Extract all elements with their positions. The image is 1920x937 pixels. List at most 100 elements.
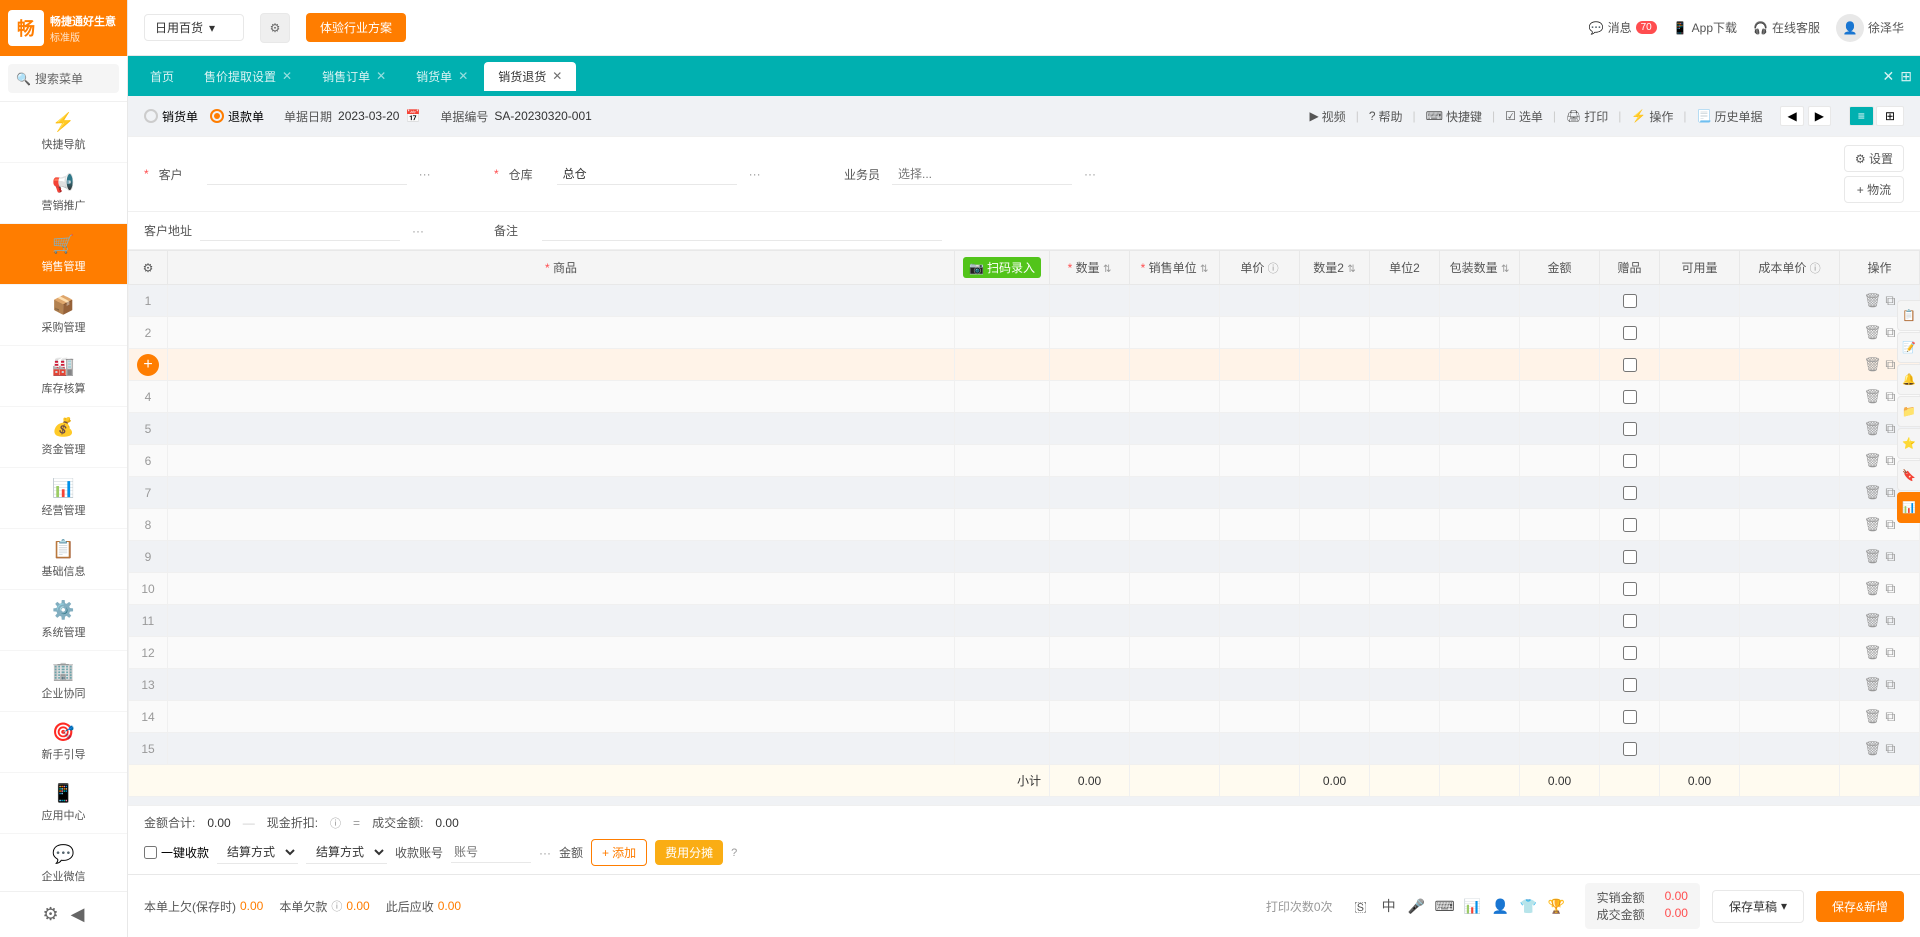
delete-icon[interactable]: 🗑 [1864, 484, 1882, 501]
customer-input[interactable] [207, 164, 407, 185]
sidebar-item-sales[interactable]: 🛒 销售管理 [0, 224, 127, 285]
tab-sales-order[interactable]: 销售订单 ✕ [308, 62, 400, 91]
logistics-button[interactable]: + 物流 [1844, 176, 1904, 203]
copy-icon[interactable]: ⧉ [1885, 420, 1895, 437]
qty2-sort-icon[interactable]: ⇅ [1347, 264, 1355, 275]
delete-icon[interactable]: 🗑 [1864, 292, 1882, 309]
delete-icon[interactable]: 🗑 [1864, 580, 1882, 597]
copy-icon[interactable]: ⧉ [1885, 548, 1895, 565]
row-pkg[interactable] [1440, 317, 1520, 349]
gift-checkbox[interactable] [1623, 518, 1637, 532]
customer-picker[interactable]: ··· [419, 167, 431, 181]
row-cost[interactable] [1740, 285, 1840, 317]
toolbar-history[interactable]: 📃 历史单据 [1696, 108, 1762, 125]
unit-sort-icon[interactable]: ⇅ [1200, 264, 1208, 275]
row-cost[interactable] [1740, 317, 1840, 349]
sidebar-item-inventory[interactable]: 🏭 库存核算 [0, 346, 127, 407]
gift-checkbox[interactable] [1623, 390, 1637, 404]
row-unit2[interactable] [1370, 285, 1440, 317]
row-amount[interactable] [1520, 285, 1600, 317]
rfb-bell[interactable]: 🔔 [1897, 364, 1920, 395]
th-settings[interactable]: ⚙ [129, 251, 168, 285]
copy-icon[interactable]: ⧉ [1885, 388, 1895, 405]
rfb-clipboard[interactable]: 📋 [1897, 300, 1920, 331]
tab-sales-return[interactable]: 销货退货 ✕ [484, 62, 576, 91]
delete-icon[interactable]: 🗑 [1864, 676, 1882, 693]
toolbar-print[interactable]: 🖨 打印 [1566, 108, 1608, 125]
row-qty[interactable] [1050, 285, 1130, 317]
row-cost[interactable] [1740, 349, 1840, 381]
account-input[interactable] [451, 842, 531, 863]
row-price[interactable] [1220, 349, 1300, 381]
delete-icon[interactable]: 🗑 [1864, 356, 1882, 373]
delete-icon[interactable]: 🗑 [1864, 324, 1882, 341]
breadcrumb-select[interactable]: 日用百货 ▾ [144, 14, 244, 41]
icon-btn-5[interactable]: 📊 [1461, 894, 1485, 918]
icon-btn-2[interactable]: 中 [1377, 894, 1401, 918]
copy-icon[interactable]: ⧉ [1885, 516, 1895, 533]
sidebar-item-system[interactable]: ⚙️ 系统管理 [0, 590, 127, 651]
gift-checkbox[interactable] [1623, 582, 1637, 596]
radio-sales[interactable]: 销货单 [144, 108, 198, 125]
row-qty[interactable] [1050, 317, 1130, 349]
gift-checkbox[interactable] [1623, 358, 1637, 372]
toolbar-select[interactable]: ☑ 选单 [1505, 108, 1543, 125]
row-unit[interactable] [1130, 285, 1220, 317]
row-price[interactable] [1220, 285, 1300, 317]
delete-icon[interactable]: 🗑 [1864, 548, 1882, 565]
next-btn[interactable]: ▶ [1808, 106, 1831, 126]
gift-checkbox[interactable] [1623, 486, 1637, 500]
copy-icon[interactable]: ⧉ [1885, 484, 1895, 501]
dots-picker[interactable]: ··· [539, 846, 551, 860]
sidebar-item-finance[interactable]: 💰 资金管理 [0, 407, 127, 468]
sidebar-item-apps[interactable]: 📱 应用中心 [0, 773, 127, 834]
delete-icon[interactable]: 🗑 [1864, 708, 1882, 725]
rfb-star[interactable]: ⭐ [1897, 428, 1920, 459]
tab-price-settings[interactable]: 售价提取设置 ✕ [190, 62, 306, 91]
delete-icon[interactable]: 🗑 [1864, 612, 1882, 629]
online-service-item[interactable]: 🎧 在线客服 [1753, 19, 1820, 36]
payment-select[interactable]: 结算方式 [306, 841, 387, 864]
product-text-input[interactable] [176, 356, 946, 374]
icon-btn-8[interactable]: 🏆 [1545, 894, 1569, 918]
gift-checkbox[interactable] [1623, 422, 1637, 436]
row-product[interactable] [168, 413, 955, 445]
row-product[interactable] [168, 381, 955, 413]
sidebar-item-newbie[interactable]: 🎯 新手引导 [0, 712, 127, 773]
toolbar-shortcut[interactable]: ⌨ 快捷键 [1426, 108, 1482, 125]
copy-icon[interactable]: ⧉ [1885, 612, 1895, 629]
rfb-chart[interactable]: 📊 [1897, 492, 1920, 523]
user-info[interactable]: 👤 徐泽华 [1836, 14, 1904, 42]
radio-refund[interactable]: 退款单 [210, 108, 264, 125]
save-draft-button[interactable]: 保存草稿 ▾ [1712, 890, 1804, 923]
sidebar-item-operation[interactable]: 📊 经营管理 [0, 468, 127, 529]
delete-icon[interactable]: 🗑 [1864, 644, 1882, 661]
header-settings-btn[interactable]: ⚙ [260, 13, 290, 43]
gift-checkbox[interactable] [1623, 614, 1637, 628]
app-download-item[interactable]: 📱 App下载 [1673, 19, 1737, 36]
toolbar-help[interactable]: ? 帮助 [1369, 108, 1403, 125]
row-product[interactable] [168, 285, 955, 317]
warehouse-input[interactable] [557, 164, 737, 185]
rfb-note[interactable]: 📝 [1897, 332, 1920, 363]
sidebar-collapse-btn[interactable]: ◀ [67, 900, 89, 929]
gift-checkbox[interactable] [1623, 550, 1637, 564]
row-qty[interactable] [1050, 349, 1130, 381]
calendar-icon[interactable]: 📅 [405, 109, 420, 123]
icon-btn-7[interactable]: 👕 [1517, 894, 1541, 918]
gift-checkbox[interactable] [1623, 326, 1637, 340]
row-available[interactable] [1660, 317, 1740, 349]
prev-btn[interactable]: ◀ [1780, 106, 1803, 126]
delete-icon[interactable]: 🗑 [1864, 388, 1882, 405]
address-picker[interactable]: ··· [412, 224, 424, 238]
row-available[interactable] [1660, 285, 1740, 317]
message-item[interactable]: 💬 消息 70 [1589, 19, 1657, 36]
toolbar-action[interactable]: ⚡ 操作 [1631, 108, 1673, 125]
sidebar-item-marketing[interactable]: 📢 营销推广 [0, 163, 127, 224]
row-qty2[interactable] [1300, 317, 1370, 349]
sidebar-item-quick-nav[interactable]: ⚡ 快捷导航 [0, 102, 127, 163]
row-qty2[interactable] [1300, 349, 1370, 381]
sidebar-item-basic[interactable]: 📋 基础信息 [0, 529, 127, 590]
sidebar-settings-btn[interactable]: ⚙ [39, 900, 63, 929]
tab-price-close[interactable]: ✕ [282, 69, 292, 83]
